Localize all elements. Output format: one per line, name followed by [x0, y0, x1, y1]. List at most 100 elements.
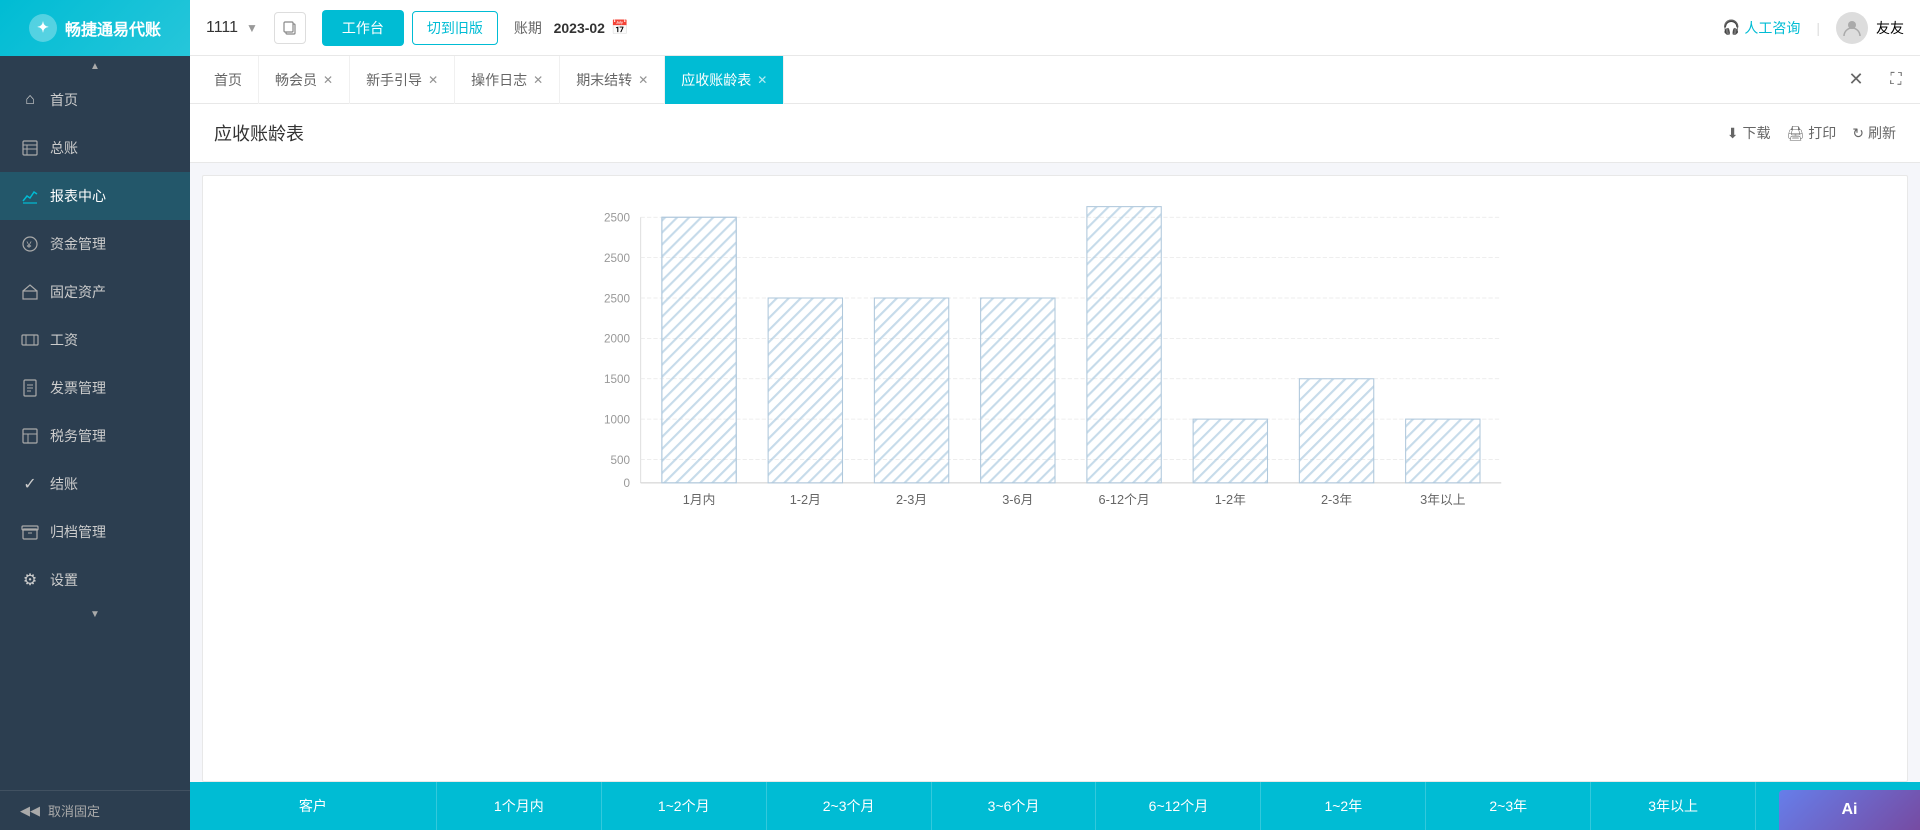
svg-text:2500: 2500 — [604, 292, 630, 305]
svg-text:3年以上: 3年以上 — [1420, 492, 1466, 507]
print-button[interactable]: 🖨 打印 — [1786, 123, 1836, 143]
pin-icon: ◀◀ — [20, 803, 40, 819]
consult-button[interactable]: 🎧 人工咨询 — [1723, 18, 1800, 38]
tab-aging[interactable]: 应收账龄表 ✕ — [665, 56, 784, 104]
sidebar-item-settings[interactable]: ⚙ 设置 — [0, 556, 190, 604]
tab-period-end[interactable]: 期末结转 ✕ — [560, 56, 665, 104]
tab-home[interactable]: 首页 — [198, 56, 259, 104]
cancel-fixed-label: 取消固定 — [48, 801, 100, 820]
col-1-2month: 1~2个月 — [602, 782, 767, 830]
ledger-icon — [20, 138, 40, 158]
chart-container: 2500 2500 2500 2000 1500 1000 500 0 — [202, 175, 1908, 782]
sidebar-scroll-up[interactable]: ▲ — [0, 56, 190, 76]
tab-guide-label: 新手引导 — [366, 70, 422, 90]
tab-member-label: 畅会员 — [275, 70, 317, 90]
col-2-3year: 2~3年 — [1426, 782, 1591, 830]
refresh-label: 刷新 — [1868, 123, 1896, 143]
tab-oplog-close[interactable]: ✕ — [533, 73, 543, 87]
logo-icon: ✦ — [29, 14, 57, 42]
settings-icon: ⚙ — [20, 570, 40, 590]
archive-icon — [20, 522, 40, 542]
col-6-12month: 6~12个月 — [1096, 782, 1261, 830]
workbench-button[interactable]: 工作台 — [322, 10, 404, 46]
col-1-2year: 1~2年 — [1261, 782, 1426, 830]
tab-member[interactable]: 畅会员 ✕ — [259, 56, 350, 104]
svg-text:3-6月: 3-6月 — [1002, 492, 1033, 507]
sidebar-label-invoice: 发票管理 — [50, 378, 106, 398]
logo-text: 畅捷通易代账 — [65, 16, 161, 40]
tab-aging-close[interactable]: ✕ — [757, 73, 767, 87]
salary-icon — [20, 330, 40, 350]
sidebar-item-settlement[interactable]: ✓ 结账 — [0, 460, 190, 508]
page-title: 应收账龄表 — [214, 120, 304, 146]
chevron-down-icon: ▼ — [246, 21, 258, 35]
sidebar-label-settlement: 结账 — [50, 474, 78, 494]
svg-text:2500: 2500 — [604, 212, 630, 225]
table-header: 客户 1个月内 1~2个月 2~3个月 3~6个月 6~12个月 — [190, 782, 1920, 830]
svg-text:2-3月: 2-3月 — [896, 492, 927, 507]
switch-old-button[interactable]: 切到旧版 — [412, 11, 498, 45]
sidebar-item-ledger[interactable]: 总账 — [0, 124, 190, 172]
invoice-icon — [20, 378, 40, 398]
cancel-fixed-button[interactable]: ◀◀ 取消固定 — [0, 790, 190, 830]
tab-aging-label: 应收账龄表 — [681, 70, 751, 90]
svg-text:6-12个月: 6-12个月 — [1099, 492, 1150, 507]
company-name: 1111 — [206, 19, 238, 37]
col-2-3month: 2~3个月 — [767, 782, 932, 830]
refresh-button[interactable]: ↻ 刷新 — [1852, 123, 1896, 143]
reports-icon — [20, 186, 40, 206]
sidebar-label-reports: 报表中心 — [50, 186, 106, 206]
tab-guide-close[interactable]: ✕ — [428, 73, 438, 87]
page-header: 应收账龄表 ⬇ 下载 🖨 打印 ↻ 刷新 — [190, 104, 1920, 163]
sidebar-item-tax[interactable]: 税务管理 — [0, 412, 190, 460]
sidebar-item-capital[interactable]: ¥ 资金管理 — [0, 220, 190, 268]
content-area: 首页 畅会员 ✕ 新手引导 ✕ 操作日志 ✕ 期末结转 ✕ 应收账龄表 ✕ — [190, 56, 1920, 830]
consult-label: 人工咨询 — [1744, 18, 1800, 38]
sidebar-label-salary: 工资 — [50, 330, 78, 350]
tab-expand-button[interactable]: ⛶ — [1880, 64, 1912, 96]
sidebar-label-tax: 税务管理 — [50, 426, 106, 446]
divider: | — [1816, 20, 1820, 36]
tab-bar-right: ✕ ⛶ — [1840, 64, 1912, 96]
col-1month: 1个月内 — [437, 782, 602, 830]
sidebar-item-salary[interactable]: 工资 — [0, 316, 190, 364]
tab-period-end-close[interactable]: ✕ — [638, 73, 648, 87]
ai-badge[interactable]: Ai — [1779, 790, 1920, 830]
ai-label: Ai — [1842, 801, 1858, 819]
tab-member-close[interactable]: ✕ — [323, 73, 333, 87]
user-icon — [1842, 18, 1862, 38]
assets-icon — [20, 282, 40, 302]
chart-area: 2500 2500 2500 2000 1500 1000 500 0 — [223, 196, 1887, 536]
tax-icon — [20, 426, 40, 446]
sidebar-label-home: 首页 — [50, 90, 78, 110]
period-label: 账期 2023-02 — [514, 18, 605, 38]
svg-text:1月内: 1月内 — [683, 492, 716, 507]
download-button[interactable]: ⬇ 下载 — [1727, 123, 1771, 143]
sidebar-item-archive[interactable]: 归档管理 — [0, 508, 190, 556]
tab-guide[interactable]: 新手引导 ✕ — [350, 56, 455, 104]
sidebar-item-invoice[interactable]: 发票管理 — [0, 364, 190, 412]
calendar-icon[interactable]: 📅 — [611, 19, 628, 36]
svg-text:1-2月: 1-2月 — [790, 492, 821, 507]
tab-close-all-button[interactable]: ✕ — [1840, 64, 1872, 96]
sidebar-label-settings: 设置 — [50, 570, 78, 590]
svg-text:0: 0 — [624, 477, 631, 490]
sidebar-item-home[interactable]: ⌂ 首页 — [0, 76, 190, 124]
user-area[interactable]: 友友 — [1836, 12, 1904, 44]
avatar — [1836, 12, 1868, 44]
sidebar-item-reports[interactable]: 报表中心 — [0, 172, 190, 220]
company-area: 1111 ▼ 工作台 切到旧版 账期 2023-02 📅 — [190, 10, 1723, 46]
tab-period-end-label: 期末结转 — [576, 70, 632, 90]
svg-text:500: 500 — [611, 454, 631, 467]
tab-oplog-label: 操作日志 — [471, 70, 527, 90]
sidebar-scroll-down[interactable]: ▼ — [0, 604, 190, 624]
refresh-icon: ↻ — [1852, 125, 1864, 142]
copy-button[interactable] — [274, 12, 306, 44]
capital-icon: ¥ — [20, 234, 40, 254]
user-name: 友友 — [1876, 18, 1904, 38]
page-content: 应收账龄表 ⬇ 下载 🖨 打印 ↻ 刷新 — [190, 104, 1920, 830]
tab-oplog[interactable]: 操作日志 ✕ — [455, 56, 560, 104]
header-right: 🎧 人工咨询 | 友友 — [1723, 12, 1904, 44]
company-selector[interactable]: 1111 ▼ — [206, 19, 258, 37]
sidebar-item-assets[interactable]: 固定资产 — [0, 268, 190, 316]
